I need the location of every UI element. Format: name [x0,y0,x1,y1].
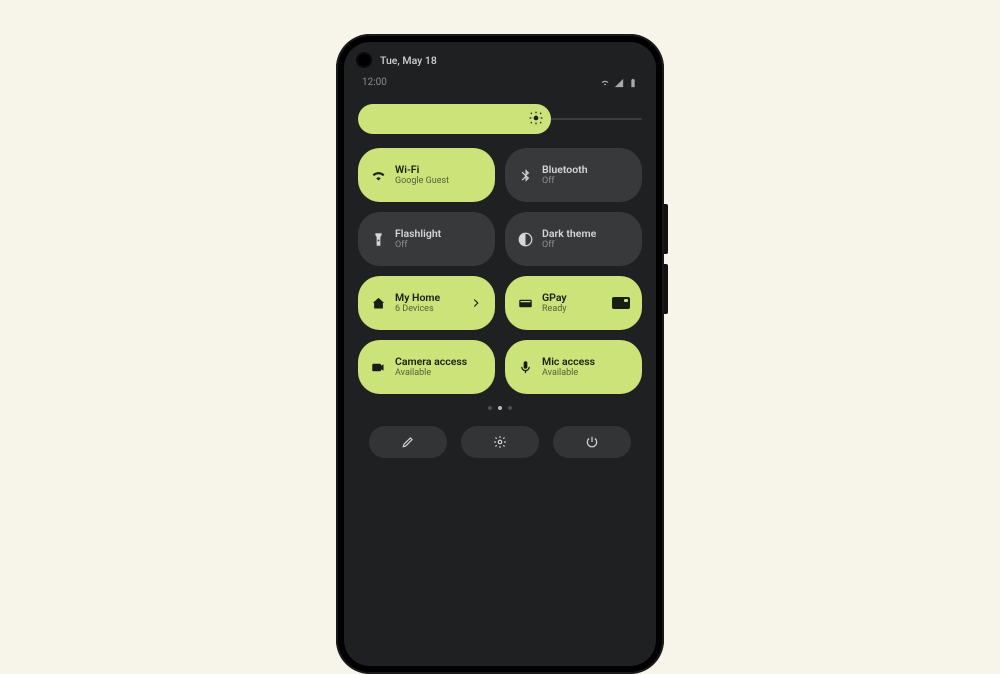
tile-subtitle: 6 Devices [395,304,460,314]
status-icons [600,78,638,88]
brightness-icon [529,110,543,129]
tile-subtitle: Off [395,240,483,250]
page-dot [508,406,512,410]
home-icon [370,295,386,311]
battery-status-icon [628,78,638,88]
tile-flashlight[interactable]: Flashlight Off [358,212,495,266]
chevron-right-icon [469,296,483,310]
power-icon [585,435,599,449]
pencil-icon [401,435,415,449]
dark-theme-icon [517,231,533,247]
tile-bluetooth[interactable]: Bluetooth Off [505,148,642,202]
wallet-icon [517,295,533,311]
tile-title: GPay [542,292,603,304]
tile-my-home[interactable]: My Home 6 Devices [358,276,495,330]
status-date: Tue, May 18 [344,42,656,71]
tile-title: Wi-Fi [395,164,483,176]
tile-subtitle: Available [395,368,483,378]
gear-icon [493,435,507,449]
footer-actions [344,424,656,458]
tile-subtitle: Off [542,176,630,186]
bluetooth-icon [517,167,533,183]
wifi-icon [370,167,386,183]
power-button[interactable] [553,426,631,458]
volume-down-button [664,264,668,314]
tile-camera-access[interactable]: Camera access Available [358,340,495,394]
volume-up-button [664,204,668,254]
phone-frame: Tue, May 18 12:00 [336,34,664,674]
wifi-status-icon [600,78,610,88]
payment-card-icon [612,297,630,309]
tile-subtitle: Ready [542,304,603,314]
page-dot [488,406,492,410]
tile-subtitle: Off [542,240,630,250]
flashlight-icon [370,231,386,247]
edit-button[interactable] [369,426,447,458]
brightness-fill [358,104,551,134]
tile-title: Dark theme [542,228,630,240]
camera-icon [370,359,386,375]
tile-wifi[interactable]: Wi-Fi Google Guest [358,148,495,202]
mic-icon [517,359,533,375]
tile-subtitle: Available [542,368,630,378]
tile-title: Flashlight [395,228,483,240]
tile-gpay[interactable]: GPay Ready [505,276,642,330]
front-camera [358,54,370,66]
status-time: 12:00 [362,77,387,88]
page-dot-active [498,406,502,410]
signal-status-icon [614,78,624,88]
quick-settings-tiles: Wi-Fi Google Guest Bluetooth Off [358,148,642,394]
tile-title: Bluetooth [542,164,630,176]
screen: Tue, May 18 12:00 [344,42,656,666]
tile-mic-access[interactable]: Mic access Available [505,340,642,394]
brightness-slider[interactable] [358,104,642,134]
tile-subtitle: Google Guest [395,176,483,186]
tile-title: My Home [395,292,460,304]
page-indicator [358,406,642,410]
status-bar: 12:00 [344,71,656,92]
tile-title: Camera access [395,356,483,368]
tile-dark-theme[interactable]: Dark theme Off [505,212,642,266]
tile-title: Mic access [542,356,630,368]
settings-button[interactable] [461,426,539,458]
